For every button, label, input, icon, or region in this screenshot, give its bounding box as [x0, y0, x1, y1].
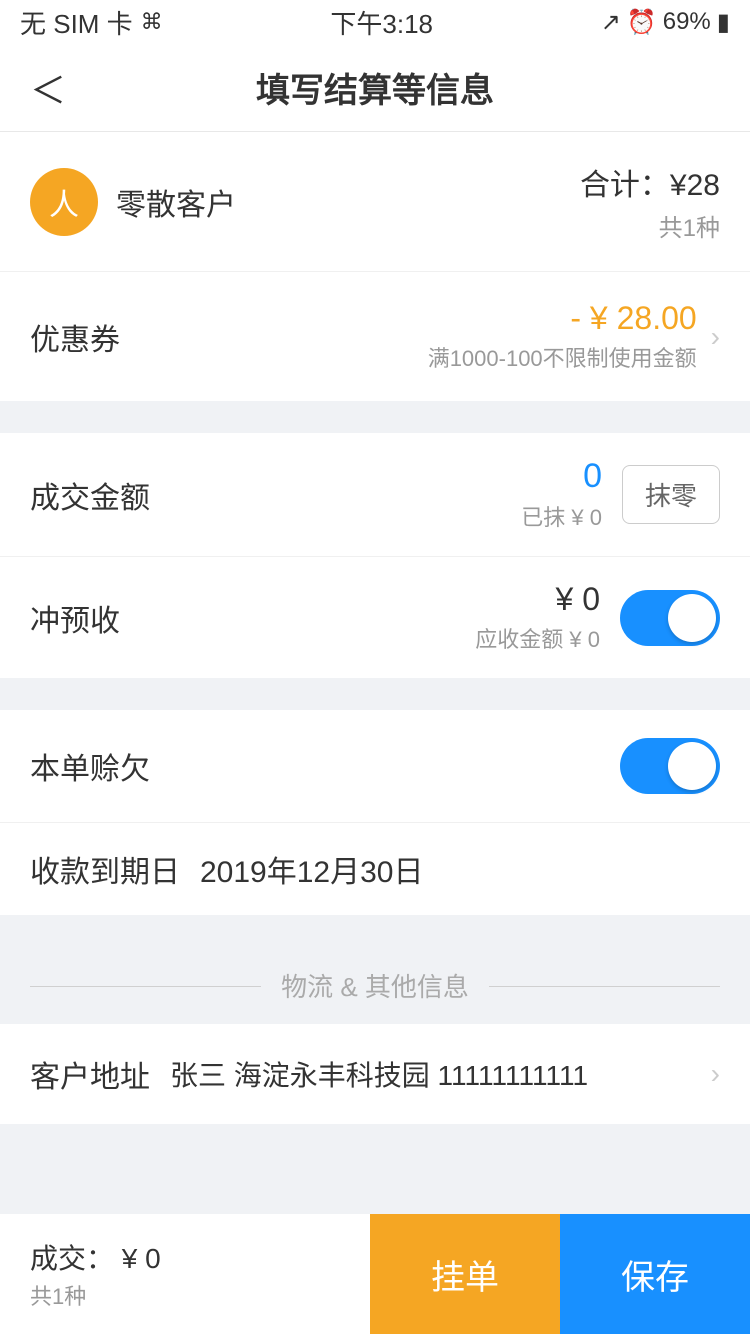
prepay-amount: ¥ 0 [475, 581, 600, 618]
debt-toggle[interactable] [620, 738, 720, 794]
status-time: 下午3:18 [330, 4, 433, 41]
toggle-knob [668, 594, 716, 642]
bottom-transaction-label: 成交： [30, 1243, 114, 1274]
avatar: 人 [30, 168, 98, 236]
debt-label: 本单赊欠 [30, 744, 150, 788]
customer-total: 合计：¥28 共1种 [580, 160, 720, 243]
section-divider-2 [0, 694, 750, 710]
prepay-sub: 应收金额 ¥ 0 [475, 622, 600, 654]
transaction-amount-row: 成交金额 0 已抹 ¥ 0 抹零 [0, 433, 750, 557]
prepay-right: ¥ 0 应收金额 ¥ 0 [475, 581, 720, 654]
avatar-icon: 人 [49, 180, 79, 224]
customer-name: 零散客户 [116, 180, 236, 224]
debt-row: 本单赊欠 [0, 710, 750, 822]
prepay-toggle[interactable] [620, 590, 720, 646]
logistics-section: 物流 & 其他信息 [0, 947, 750, 1024]
transaction-card: 成交金额 0 已抹 ¥ 0 抹零 冲预收 ¥ 0 应收金额 ¥ 0 [0, 433, 750, 678]
status-right: ↗ ⏰ 69% ▮ [601, 8, 730, 37]
transaction-label: 成交金额 [30, 473, 150, 517]
sim-label: 无 SIM 卡 [20, 4, 133, 41]
alarm-icon: ⏰ [627, 8, 657, 37]
bottom-transaction-value: ¥ 0 [122, 1243, 161, 1274]
transaction-right: 0 已抹 ¥ 0 抹零 [521, 457, 720, 532]
coupon-label: 优惠券 [30, 315, 120, 359]
wifi-icon: ⌘ [141, 9, 163, 35]
address-row[interactable]: 客户地址 张三 海淀永丰科技园 11111111111 › [0, 1024, 750, 1124]
coupon-value-block: - ¥ 28.00 满1000-100不限制使用金额 [428, 300, 697, 373]
transaction-sub: 已抹 ¥ 0 [521, 500, 602, 532]
debt-card: 本单赊欠 收款到期日 2019年12月30日 [0, 710, 750, 915]
coupon-chevron-icon: › [711, 321, 720, 353]
bottom-summary: 成交： ¥ 0 共1种 [0, 1237, 370, 1311]
battery-icon: ▮ [717, 8, 730, 37]
transaction-value-block: 0 已抹 ¥ 0 [521, 457, 602, 532]
customer-row: 人 零散客户 合计：¥28 共1种 [0, 132, 750, 271]
due-date-row: 收款到期日 2019年12月30日 [0, 822, 750, 915]
back-button[interactable]: ＜ [30, 62, 66, 114]
address-label: 客户地址 [30, 1052, 150, 1096]
total-count: 共1种 [580, 208, 720, 243]
due-date-label: 收款到期日 [30, 847, 180, 891]
pending-button[interactable]: 挂单 [370, 1214, 560, 1334]
logistics-title: 物流 & 其他信息 [261, 967, 489, 1004]
prepay-label: 冲预收 [30, 596, 120, 640]
prepay-value-block: ¥ 0 应收金额 ¥ 0 [475, 581, 600, 654]
due-date-value: 2019年12月30日 [200, 847, 423, 891]
address-card[interactable]: 客户地址 张三 海淀永丰科技园 11111111111 › [0, 1024, 750, 1124]
discount-amount: - ¥ 28.00 [428, 300, 697, 337]
battery-label: 69% [663, 8, 711, 36]
bottom-bar: 成交： ¥ 0 共1种 挂单 保存 [0, 1214, 750, 1334]
coupon-right: - ¥ 28.00 满1000-100不限制使用金额 › [428, 300, 720, 373]
customer-info: 人 零散客户 [30, 168, 236, 236]
prepay-row: 冲预收 ¥ 0 应收金额 ¥ 0 [0, 557, 750, 678]
section-divider-3 [0, 931, 750, 947]
bottom-transaction-line: 成交： ¥ 0 [30, 1237, 340, 1277]
back-icon: ＜ [30, 70, 66, 111]
status-left: 无 SIM 卡 ⌘ [20, 4, 163, 41]
address-value: 张三 海淀永丰科技园 11111111111 [170, 1054, 711, 1094]
page-title: 填写结算等信息 [256, 63, 494, 112]
address-chevron-icon: › [711, 1058, 720, 1090]
nav-bar: ＜ 填写结算等信息 [0, 44, 750, 132]
round-button[interactable]: 抹零 [622, 465, 720, 524]
discount-desc: 满1000-100不限制使用金额 [428, 341, 697, 373]
debt-toggle-knob [668, 742, 716, 790]
coupon-row[interactable]: 优惠券 - ¥ 28.00 满1000-100不限制使用金额 › [0, 271, 750, 401]
content-area: 人 零散客户 合计：¥28 共1种 优惠券 - ¥ 28.00 满1000-10… [0, 132, 750, 1280]
transaction-amount: 0 [521, 457, 602, 496]
total-amount: 合计：¥28 [580, 160, 720, 204]
location-icon: ↗ [601, 8, 621, 37]
customer-card: 人 零散客户 合计：¥28 共1种 优惠券 - ¥ 28.00 满1000-10… [0, 132, 750, 401]
bottom-count: 共1种 [30, 1279, 340, 1311]
status-bar: 无 SIM 卡 ⌘ 下午3:18 ↗ ⏰ 69% ▮ [0, 0, 750, 44]
save-button[interactable]: 保存 [560, 1214, 750, 1334]
section-divider-1 [0, 417, 750, 433]
